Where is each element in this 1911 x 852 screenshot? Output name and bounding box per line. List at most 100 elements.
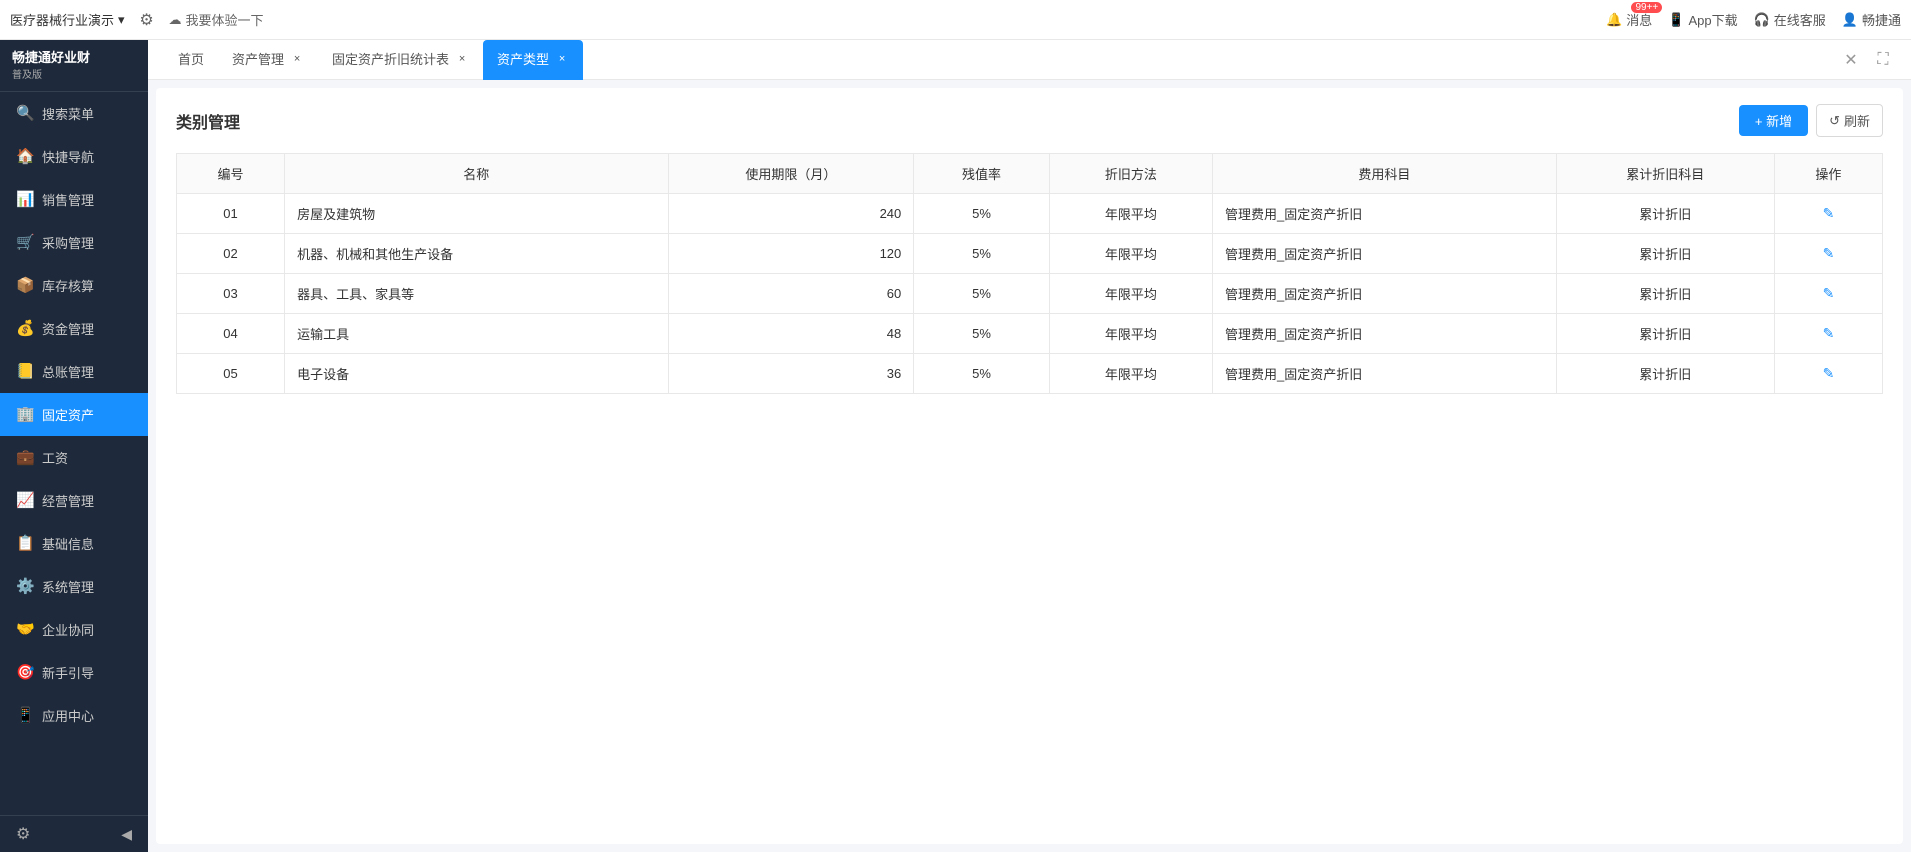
- sidebar-item-label: 库存核算: [42, 276, 94, 295]
- app-download-button[interactable]: 📱 App下载: [1668, 10, 1737, 29]
- tab-close-icon[interactable]: ×: [555, 52, 569, 66]
- tab-label: 资产类型: [497, 49, 549, 68]
- sidebar-item-search[interactable]: 🔍 搜索菜单: [0, 92, 148, 135]
- collapse-icon[interactable]: ◀: [121, 826, 132, 843]
- tab-label: 固定资产折旧统计表: [332, 49, 449, 68]
- user-icon: 👤: [1842, 12, 1858, 28]
- cell-name: 电子设备: [285, 354, 668, 394]
- tab-asset_mgmt[interactable]: 资产管理 ×: [218, 40, 318, 80]
- cloud-icon: ☁: [169, 12, 182, 28]
- cell-name: 运输工具: [285, 314, 668, 354]
- sidebar-item-salary[interactable]: 💼 工资: [0, 436, 148, 479]
- sidebar-item-capital[interactable]: 💰 资金管理: [0, 307, 148, 350]
- online-service-button[interactable]: 🎧 在线客服: [1754, 10, 1826, 29]
- tab-depreciation[interactable]: 固定资产折旧统计表 ×: [318, 40, 483, 80]
- cell-code: 03: [177, 274, 285, 314]
- cell-accum: 累计折旧: [1556, 274, 1774, 314]
- sidebar-item-label: 企业协同: [42, 620, 94, 639]
- close-tab-button[interactable]: ✕: [1839, 48, 1863, 72]
- collab-icon: 🤝: [16, 620, 34, 638]
- sidebar-item-label: 应用中心: [42, 706, 94, 725]
- sidebar-bottom: ⚙ ◀: [0, 815, 148, 852]
- table-row: 02机器、机械和其他生产设备1205%年限平均管理费用_固定资产折旧累计折旧✎: [177, 234, 1883, 274]
- cell-op[interactable]: ✎: [1774, 194, 1882, 234]
- company-selector[interactable]: 医疗器械行业演示 ▾: [10, 10, 125, 29]
- sidebar-item-label: 资金管理: [42, 319, 94, 338]
- quicknav-icon: 🏠: [16, 147, 34, 165]
- cell-code: 02: [177, 234, 285, 274]
- cell-expense: 管理费用_固定资产折旧: [1213, 194, 1557, 234]
- sidebar-item-label: 采购管理: [42, 233, 94, 252]
- cell-op[interactable]: ✎: [1774, 234, 1882, 274]
- edit-icon[interactable]: ✎: [1823, 325, 1835, 341]
- cell-method: 年限平均: [1049, 354, 1212, 394]
- tab-close-icon[interactable]: ×: [455, 52, 469, 66]
- sidebar-item-label: 新手引导: [42, 663, 94, 682]
- sidebar-item-label: 系统管理: [42, 577, 94, 596]
- logo-sub: 普及版: [12, 66, 90, 81]
- cell-period: 240: [668, 194, 914, 234]
- tab-asset_type[interactable]: 资产类型 ×: [483, 40, 583, 80]
- cell-op[interactable]: ✎: [1774, 314, 1882, 354]
- refresh-icon: ↺: [1829, 113, 1840, 129]
- main-layout: 畅捷通好业财 普及版 🔍 搜索菜单 🏠 快捷导航 📊 销售管理 🛒 采购管理 📦…: [0, 40, 1911, 852]
- logo-text: 畅捷通好业财: [12, 50, 90, 66]
- settings-icon[interactable]: ⚙: [133, 6, 161, 34]
- cell-op[interactable]: ✎: [1774, 354, 1882, 394]
- notification-badge: 99+: [1631, 2, 1662, 13]
- cell-period: 120: [668, 234, 914, 274]
- new-button[interactable]: + 新增: [1739, 105, 1808, 136]
- column-header: 名称: [285, 154, 668, 194]
- cell-accum: 累计折旧: [1556, 194, 1774, 234]
- settings-icon[interactable]: ⚙: [16, 824, 30, 844]
- tab-label: 首页: [178, 49, 204, 68]
- sidebar-item-basic[interactable]: 📋 基础信息: [0, 522, 148, 565]
- tab-home[interactable]: 首页: [164, 40, 218, 80]
- edit-icon[interactable]: ✎: [1823, 365, 1835, 381]
- sidebar-item-purchase[interactable]: 🛒 采购管理: [0, 221, 148, 264]
- edit-icon[interactable]: ✎: [1823, 245, 1835, 261]
- sidebar-item-label: 搜索菜单: [42, 104, 94, 123]
- headset-icon: 🎧: [1754, 12, 1770, 28]
- tab-close-icon[interactable]: ×: [290, 52, 304, 66]
- sidebar: 畅捷通好业财 普及版 🔍 搜索菜单 🏠 快捷导航 📊 销售管理 🛒 采购管理 📦…: [0, 40, 148, 852]
- edit-icon[interactable]: ✎: [1823, 285, 1835, 301]
- sidebar-item-label: 总账管理: [42, 362, 94, 381]
- table-row: 01房屋及建筑物2405%年限平均管理费用_固定资产折旧累计折旧✎: [177, 194, 1883, 234]
- edit-icon[interactable]: ✎: [1823, 205, 1835, 221]
- sidebar-item-guide[interactable]: 🎯 新手引导: [0, 651, 148, 694]
- tab-label: 资产管理: [232, 49, 284, 68]
- cell-accum: 累计折旧: [1556, 314, 1774, 354]
- notifications-button[interactable]: 🔔 消息 99+: [1606, 10, 1652, 29]
- sidebar-item-quicknav[interactable]: 🏠 快捷导航: [0, 135, 148, 178]
- table-row: 03器具、工具、家具等605%年限平均管理费用_固定资产折旧累计折旧✎: [177, 274, 1883, 314]
- refresh-button[interactable]: ↺ 刷新: [1816, 104, 1883, 137]
- column-header: 残值率: [914, 154, 1050, 194]
- expand-button[interactable]: ⛶: [1871, 48, 1895, 72]
- experience-button[interactable]: ☁ 我要体验一下: [169, 10, 264, 29]
- chevron-down-icon: ▾: [118, 12, 125, 28]
- system-icon: ⚙️: [16, 577, 34, 595]
- refresh-label: 刷新: [1844, 111, 1870, 130]
- data-table: 编号名称使用期限（月）残值率折旧方法费用科目累计折旧科目操作 01房屋及建筑物2…: [176, 153, 1883, 394]
- fixed-icon: 🏢: [16, 405, 34, 423]
- sidebar-item-fixed[interactable]: 🏢 固定资产: [0, 393, 148, 436]
- top-bar: 医疗器械行业演示 ▾ ⚙ ☁ 我要体验一下 🔔 消息 99+ 📱 App下载 🎧…: [0, 0, 1911, 40]
- sidebar-item-ledger[interactable]: 📒 总账管理: [0, 350, 148, 393]
- ledger-icon: 📒: [16, 362, 34, 380]
- sidebar-item-operation[interactable]: 📈 经营管理: [0, 479, 148, 522]
- column-header: 累计折旧科目: [1556, 154, 1774, 194]
- cell-op[interactable]: ✎: [1774, 274, 1882, 314]
- sidebar-item-system[interactable]: ⚙️ 系统管理: [0, 565, 148, 608]
- sidebar-item-label: 快捷导航: [42, 147, 94, 166]
- operation-icon: 📈: [16, 491, 34, 509]
- column-header: 操作: [1774, 154, 1882, 194]
- cell-code: 05: [177, 354, 285, 394]
- cell-name: 房屋及建筑物: [285, 194, 668, 234]
- sidebar-item-inventory[interactable]: 📦 库存核算: [0, 264, 148, 307]
- column-header: 折旧方法: [1049, 154, 1212, 194]
- sidebar-item-appcenter[interactable]: 📱 应用中心: [0, 694, 148, 737]
- sidebar-item-collab[interactable]: 🤝 企业协同: [0, 608, 148, 651]
- user-button[interactable]: 👤 畅捷通: [1842, 10, 1901, 29]
- sidebar-item-sales[interactable]: 📊 销售管理: [0, 178, 148, 221]
